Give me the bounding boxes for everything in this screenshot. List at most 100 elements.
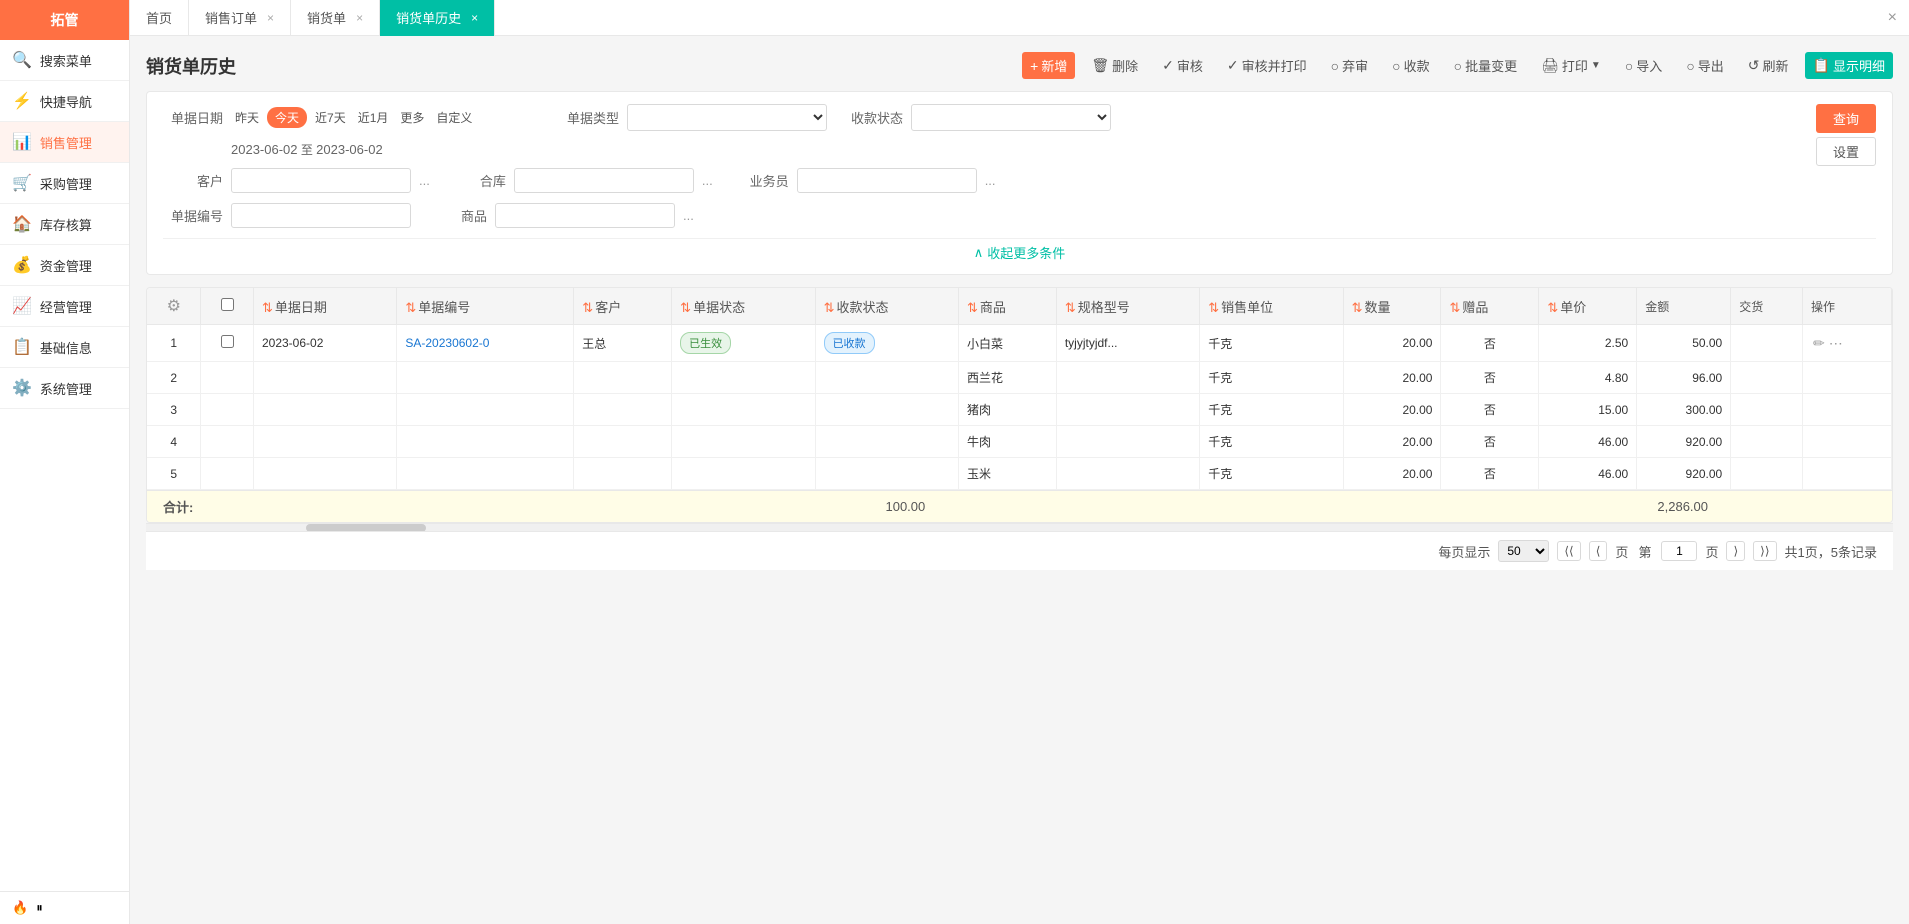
th-doc-no[interactable]: ⇅单据编号	[397, 288, 574, 325]
import-button[interactable]: ○ 导入	[1617, 52, 1670, 79]
tab-sales-goods[interactable]: 销货单 ×	[291, 0, 380, 36]
goods-input[interactable]	[495, 203, 675, 228]
cell-amount: 920.00	[1637, 458, 1731, 490]
cell-action: ✏⋯	[1803, 325, 1892, 362]
tab-sales-history-close[interactable]: ×	[471, 11, 478, 25]
audit-button[interactable]: ✓ 审核	[1154, 52, 1211, 79]
last-page-button[interactable]: ⟩⟩	[1753, 541, 1776, 561]
th-qty[interactable]: ⇅数量	[1343, 288, 1441, 325]
abandon-button[interactable]: ○ 弃审	[1323, 52, 1376, 79]
cell-doc-no[interactable]	[397, 426, 574, 458]
select-all-checkbox[interactable]	[221, 298, 234, 311]
th-payment-status[interactable]: ⇅收款状态	[815, 288, 958, 325]
tab-sales-history[interactable]: 销货单历史 ×	[380, 0, 495, 36]
salesman-dots[interactable]: ...	[985, 173, 996, 188]
tab-sales-order-close[interactable]: ×	[267, 11, 274, 25]
settings-icon[interactable]: ⚙	[167, 298, 181, 315]
cell-customer	[574, 394, 672, 426]
tab-sales-goods-close[interactable]: ×	[356, 11, 363, 25]
tab-bar: 首页 销售订单 × 销货单 × 销货单历史 × ×	[130, 0, 1909, 36]
edit-icon[interactable]: ✏	[1813, 335, 1825, 351]
th-goods[interactable]: ⇅商品	[958, 288, 1056, 325]
sidebar-item-sys-mgmt[interactable]: ⚙️ 系统管理	[0, 368, 129, 409]
page-input[interactable]	[1661, 541, 1697, 561]
print-button[interactable]: 🖨 打印 ▼	[1533, 52, 1609, 79]
sidebar-item-sales-mgmt[interactable]: 📊 销售管理	[0, 122, 129, 163]
cell-checkbox[interactable]	[201, 325, 254, 362]
cell-checkbox[interactable]	[201, 426, 254, 458]
cell-sales-unit: 千克	[1200, 458, 1343, 490]
collect-button[interactable]: ○ 收款	[1384, 52, 1437, 79]
payment-status-select[interactable]	[911, 104, 1111, 131]
doc-no-input[interactable]	[231, 203, 411, 228]
cell-checkbox[interactable]	[201, 458, 254, 490]
salesman-input[interactable]	[797, 168, 977, 193]
sidebar-item-basic-info[interactable]: 📋 基础信息	[0, 327, 129, 368]
shortcut-more[interactable]: 更多	[396, 107, 428, 128]
cell-checkbox[interactable]	[201, 362, 254, 394]
sidebar-item-quick-nav[interactable]: ⚡ 快捷导航	[0, 81, 129, 122]
query-button[interactable]: 查询	[1816, 104, 1876, 133]
cell-gift: 否	[1441, 362, 1539, 394]
sidebar-fire-icon[interactable]: 🔥	[12, 900, 28, 916]
next-page-button[interactable]: ⟩	[1726, 541, 1745, 561]
sidebar-item-finance[interactable]: 💰 资金管理	[0, 245, 129, 286]
th-doc-date[interactable]: ⇅单据日期	[253, 288, 396, 325]
warehouse-dots[interactable]: ...	[702, 173, 713, 188]
shortcut-today[interactable]: 今天	[267, 107, 307, 128]
th-checkbox[interactable]	[201, 288, 254, 325]
export-button[interactable]: ○ 导出	[1678, 52, 1731, 79]
th-spec-type[interactable]: ⇅规格型号	[1056, 288, 1199, 325]
refresh-button[interactable]: ↺ 刷新	[1740, 52, 1797, 79]
shortcut-custom[interactable]: 自定义	[432, 107, 476, 128]
cell-checkbox[interactable]	[201, 394, 254, 426]
prev-page-button[interactable]: ⟨	[1589, 541, 1608, 561]
shortcut-7days[interactable]: 近7天	[311, 107, 350, 128]
close-all-tabs[interactable]: ×	[1876, 9, 1909, 27]
shortcut-yesterday[interactable]: 昨天	[231, 107, 263, 128]
shortcut-1month[interactable]: 近1月	[354, 107, 393, 128]
filter-section: 查询 设置 单据日期 昨天 今天 近7天 近1月 更多 自定义	[146, 91, 1893, 275]
th-price[interactable]: ⇅单价	[1539, 288, 1637, 325]
cell-amount: 50.00	[1637, 325, 1731, 362]
print-icon: 🖨	[1541, 57, 1559, 74]
cell-doc-no[interactable]	[397, 394, 574, 426]
set-button[interactable]: 设置	[1816, 137, 1876, 166]
page-size-select[interactable]: 50 100 200	[1498, 540, 1549, 562]
cell-doc-no[interactable]: SA-20230602-0	[397, 325, 574, 362]
th-sales-unit[interactable]: ⇅销售单位	[1200, 288, 1343, 325]
sidebar-item-search-menu[interactable]: 🔍 搜索菜单	[0, 40, 129, 81]
batch-change-button[interactable]: ○ 批量变更	[1446, 52, 1525, 79]
sidebar-item-ops-mgmt[interactable]: 📈 经营管理	[0, 286, 129, 327]
sidebar-item-purchase-mgmt[interactable]: 🛒 采购管理	[0, 163, 129, 204]
first-page-button[interactable]: ⟨⟨	[1557, 541, 1580, 561]
customer-input[interactable]	[231, 168, 411, 193]
tab-sales-order[interactable]: 销售订单 ×	[189, 0, 291, 36]
cell-doc-no[interactable]	[397, 362, 574, 394]
audit-print-button[interactable]: ✓ 审核并打印	[1219, 52, 1315, 79]
horizontal-scrollbar[interactable]	[146, 523, 1893, 531]
tab-home[interactable]: 首页	[130, 0, 189, 36]
th-doc-status[interactable]: ⇅单据状态	[672, 288, 815, 325]
th-customer[interactable]: ⇅客户	[574, 288, 672, 325]
delete-button[interactable]: 🗑 删除	[1083, 52, 1146, 79]
warehouse-input[interactable]	[514, 168, 694, 193]
sidebar-pause-icon[interactable]: ⏸	[36, 900, 43, 916]
th-settings[interactable]: ⚙	[147, 288, 201, 325]
sidebar-label-sys: 系统管理	[40, 379, 92, 398]
th-trans: 交货	[1731, 288, 1803, 325]
delete-icon: 🗑	[1091, 57, 1109, 74]
customer-dots[interactable]: ...	[419, 173, 430, 188]
cell-doc-no[interactable]	[397, 458, 574, 490]
more-icon[interactable]: ⋯	[1829, 335, 1843, 351]
add-button[interactable]: + 新增	[1022, 52, 1075, 79]
collapse-btn[interactable]: ∧ 收起更多条件	[163, 238, 1876, 262]
cell-price: 46.00	[1539, 458, 1637, 490]
th-gift[interactable]: ⇅赠品	[1441, 288, 1539, 325]
sidebar-item-inventory[interactable]: 🏠 库存核算	[0, 204, 129, 245]
show-details-button[interactable]: 📋 显示明细	[1805, 52, 1893, 79]
filter-row-3: 单据编号 商品 ...	[163, 203, 1876, 228]
goods-dots[interactable]: ...	[683, 208, 694, 223]
doc-type-select[interactable]	[627, 104, 827, 131]
cell-sales-unit: 千克	[1200, 426, 1343, 458]
